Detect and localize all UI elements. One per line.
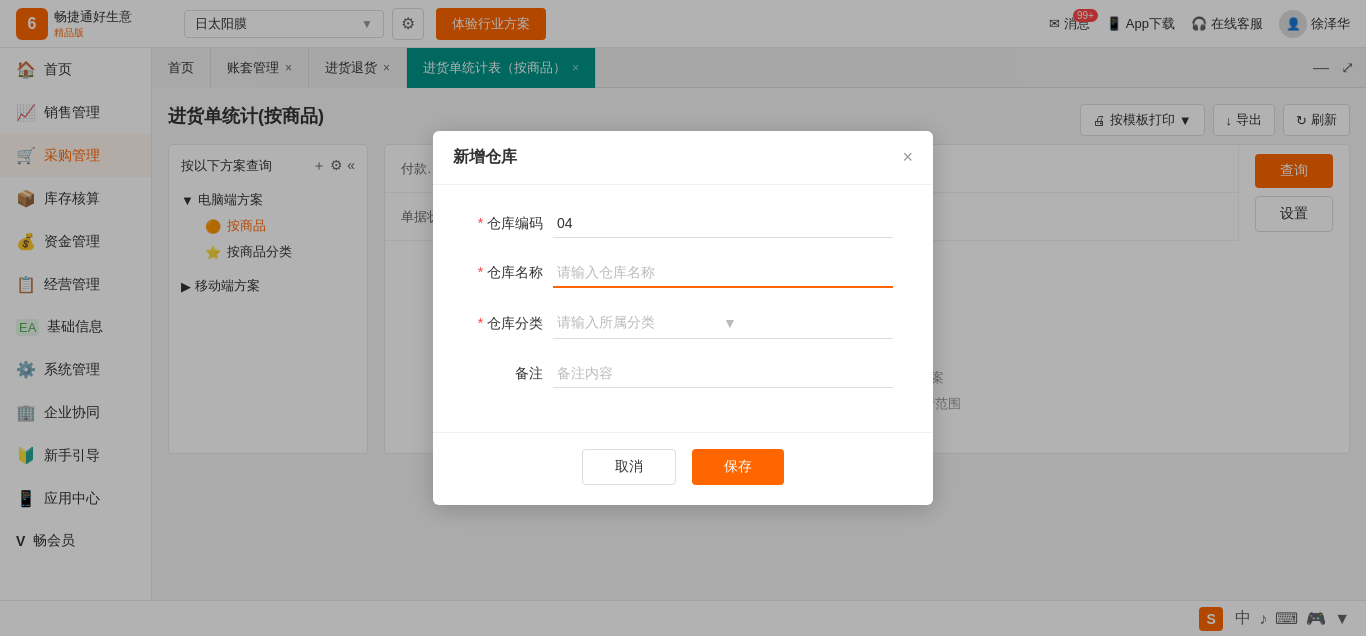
form-row-note: 备注 (473, 359, 893, 388)
note-label: 备注 (473, 365, 553, 383)
category-select[interactable]: 请输入所属分类 ▼ (553, 308, 893, 339)
code-input[interactable] (553, 209, 893, 238)
save-button[interactable]: 保存 (692, 449, 784, 485)
category-dropdown-arrow: ▼ (723, 315, 889, 331)
form-row-name: 仓库名称 (473, 258, 893, 288)
code-label: 仓库编码 (473, 215, 553, 233)
modal-title: 新增仓库 (453, 147, 517, 168)
name-label: 仓库名称 (473, 264, 553, 282)
modal-overlay: 新增仓库 × 仓库编码 仓库名称 仓库分类 请输入所属分类 ▼ (0, 0, 1366, 636)
modal-close-button[interactable]: × (902, 147, 913, 168)
cancel-button[interactable]: 取消 (582, 449, 676, 485)
modal-add-warehouse: 新增仓库 × 仓库编码 仓库名称 仓库分类 请输入所属分类 ▼ (433, 131, 933, 505)
modal-header: 新增仓库 × (433, 131, 933, 185)
form-row-code: 仓库编码 (473, 209, 893, 238)
category-label: 仓库分类 (473, 315, 553, 333)
modal-footer: 取消 保存 (433, 432, 933, 505)
note-input[interactable] (553, 359, 893, 388)
form-row-category: 仓库分类 请输入所属分类 ▼ (473, 308, 893, 339)
category-placeholder: 请输入所属分类 (557, 314, 723, 332)
name-input[interactable] (553, 258, 893, 288)
modal-body: 仓库编码 仓库名称 仓库分类 请输入所属分类 ▼ 备注 (433, 185, 933, 432)
